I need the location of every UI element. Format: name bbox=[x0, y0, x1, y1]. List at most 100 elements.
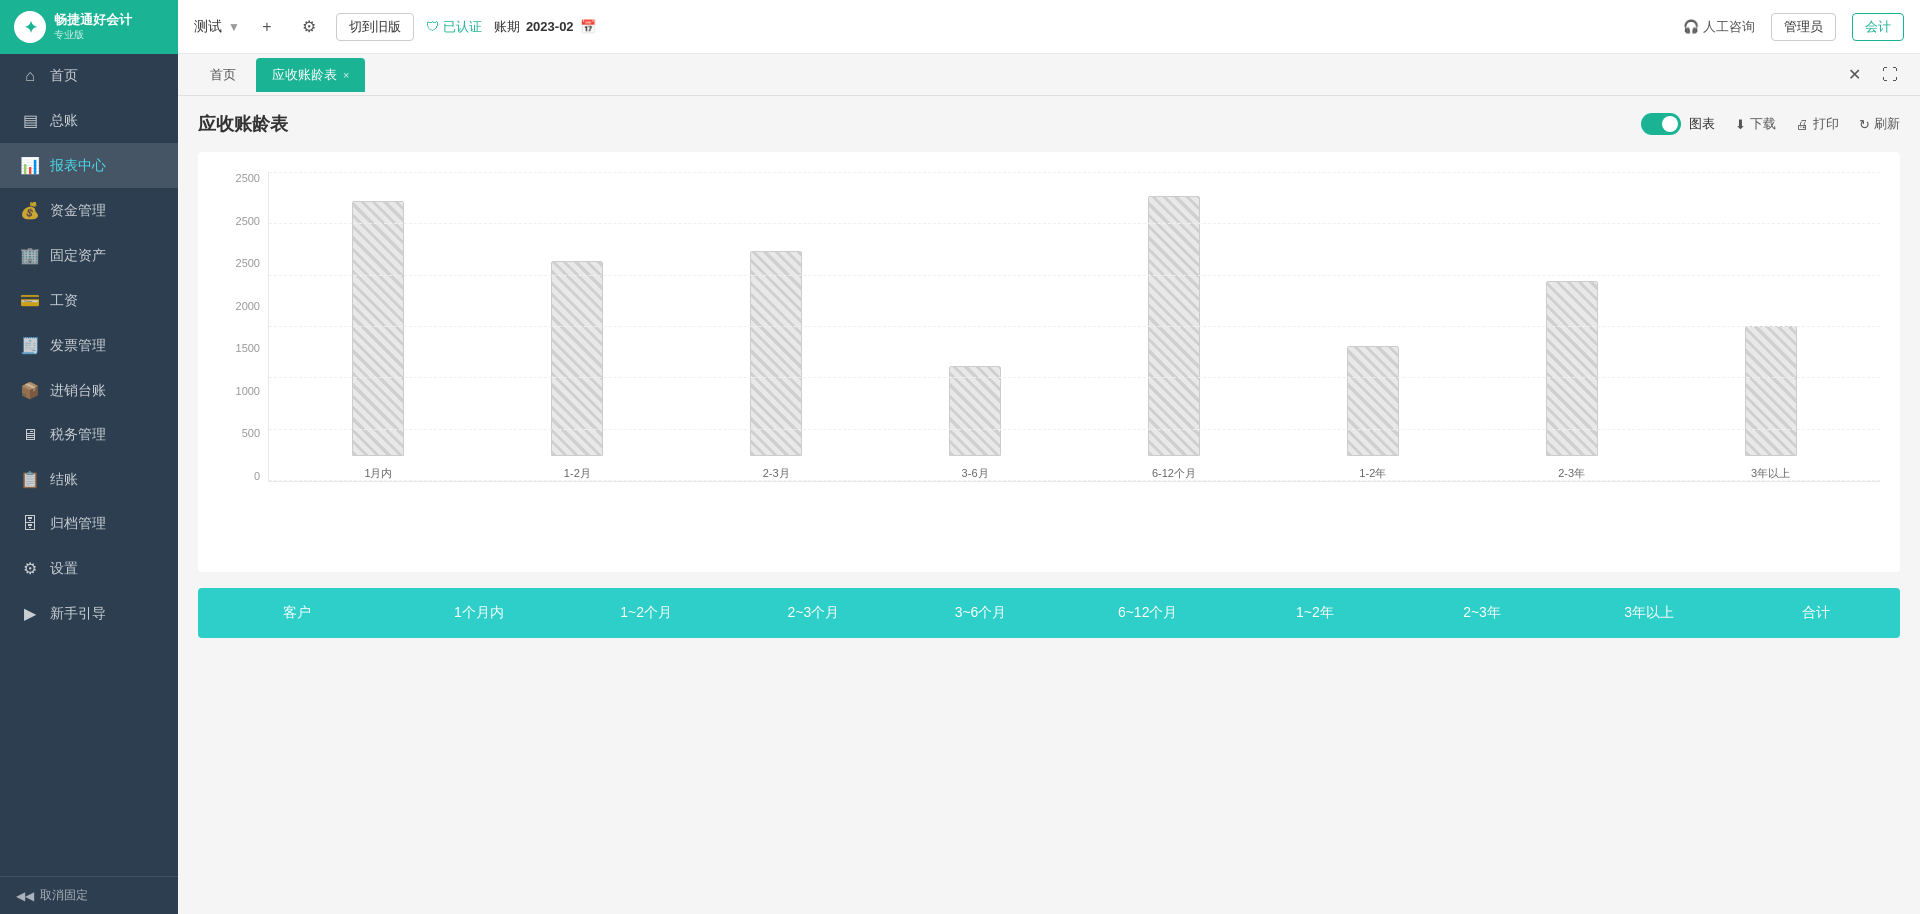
y-label-2000: 2500 bbox=[236, 215, 260, 227]
assets-icon: 🏢 bbox=[20, 246, 40, 265]
sidebar-item-salary[interactable]: 💳 工资 bbox=[0, 278, 178, 323]
download-button[interactable]: ⬇ 下载 bbox=[1735, 115, 1776, 133]
sidebar-item-assets[interactable]: 🏢 固定资产 bbox=[0, 233, 178, 278]
bar-label-1-2year: 1-2年 bbox=[1359, 466, 1386, 481]
table-container: 客户 1个月内 1~2个月 2~3个月 3~6个月 6~12 bbox=[198, 588, 1900, 638]
project-selector[interactable]: 测试 ▼ bbox=[194, 18, 240, 36]
bar-label-1-2month: 1-2月 bbox=[564, 466, 591, 481]
bar-label-1month: 1月内 bbox=[364, 466, 392, 481]
user-button[interactable]: 管理员 bbox=[1771, 13, 1836, 41]
sidebar-item-home[interactable]: ⌂ 首页 bbox=[0, 54, 178, 98]
content-area: 首页 应收账龄表 × ✕ ⛶ 应收账龄表 图表 bbox=[178, 54, 1920, 914]
settings-icon: ⚙ bbox=[20, 559, 40, 578]
table-header-2-3month: 2~3个月 bbox=[730, 588, 897, 638]
tabs-right-actions: ✕ ⛶ bbox=[1840, 61, 1904, 89]
topbar-settings-button[interactable]: ⚙ bbox=[294, 12, 324, 42]
add-company-button[interactable]: + bbox=[252, 12, 282, 42]
sidebar-nav: ⌂ 首页 ▤ 总账 📊 报表中心 💰 资金管理 🏢 固定资产 💳 工资 🧾 发票… bbox=[0, 54, 178, 876]
logo-icon: ✦ bbox=[14, 11, 46, 43]
dropdown-icon: ▼ bbox=[228, 20, 240, 34]
chart-inner: 1月内 1-2月 2-3月 bbox=[268, 172, 1880, 482]
reports-icon: 📊 bbox=[20, 156, 40, 175]
print-button[interactable]: 🖨 打印 bbox=[1796, 115, 1839, 133]
bar-column-6-12month: 6-12个月 bbox=[1148, 196, 1200, 481]
download-icon: ⬇ bbox=[1735, 117, 1746, 132]
bar-column-1-2month: 1-2月 bbox=[551, 261, 603, 481]
table-header-6-12month: 6~12个月 bbox=[1064, 588, 1231, 638]
settlement-icon: 📋 bbox=[20, 470, 40, 489]
switch-old-version-button[interactable]: 切到旧版 bbox=[336, 13, 414, 41]
bar-label-2-3year: 2-3年 bbox=[1558, 466, 1585, 481]
table-header-1-2month: 1~2个月 bbox=[563, 588, 730, 638]
maximize-button[interactable]: ⛶ bbox=[1876, 61, 1904, 89]
logo-text: 畅捷通好会计 专业版 bbox=[54, 12, 132, 43]
refresh-icon: ↻ bbox=[1859, 117, 1870, 132]
bar-column-3year-plus: 3年以上 bbox=[1745, 326, 1797, 481]
sidebar-item-guide[interactable]: ▶ 新手引导 bbox=[0, 591, 178, 636]
pin-icon: ◀◀ bbox=[16, 889, 34, 903]
bar-label-3-6month: 3-6月 bbox=[962, 466, 989, 481]
print-icon: 🖨 bbox=[1796, 117, 1809, 132]
sidebar-item-archive[interactable]: 🗄 归档管理 bbox=[0, 502, 178, 546]
page-title: 应收账龄表 bbox=[198, 112, 288, 136]
close-panel-button[interactable]: ✕ bbox=[1840, 61, 1868, 89]
y-axis: 2500 2500 2500 2000 1500 1000 500 0 bbox=[218, 172, 268, 482]
table-header-customer: 客户 bbox=[198, 588, 395, 638]
page-actions: 图表 ⬇ 下载 🖨 打印 ↻ 刷新 bbox=[1641, 113, 1900, 135]
sidebar-item-tax[interactable]: 🖥 税务管理 bbox=[0, 413, 178, 457]
y-label-100: 500 bbox=[242, 427, 260, 439]
tax-icon: 🖥 bbox=[20, 426, 40, 444]
tab-home[interactable]: 首页 bbox=[194, 58, 252, 92]
calendar-icon[interactable]: 📅 bbox=[580, 19, 596, 34]
certified-badge: 🛡 已认证 bbox=[426, 18, 482, 36]
sidebar-item-settlement[interactable]: 📋 结账 bbox=[0, 457, 178, 502]
y-label-1000: 2000 bbox=[236, 300, 260, 312]
bar-label-2-3month: 2-3月 bbox=[763, 466, 790, 481]
gear-icon: ⚙ bbox=[302, 17, 316, 36]
tabs-bar: 首页 应收账龄表 × ✕ ⛶ bbox=[178, 54, 1920, 96]
bar-label-3year-plus: 3年以上 bbox=[1751, 466, 1790, 481]
bar-label-6-12month: 6-12个月 bbox=[1152, 466, 1196, 481]
chart-toggle-label: 图表 bbox=[1689, 115, 1715, 133]
topbar-right: 🎧 人工咨询 管理员 会计 bbox=[1683, 13, 1904, 41]
funds-icon: 💰 bbox=[20, 201, 40, 220]
project-name: 测试 bbox=[194, 18, 222, 36]
bar-1-2month bbox=[551, 261, 603, 456]
sidebar-item-ledger[interactable]: ▤ 总账 bbox=[0, 98, 178, 143]
tab-close-button[interactable]: × bbox=[343, 69, 349, 81]
headset-icon: 🎧 bbox=[1683, 19, 1699, 34]
invoice-icon: 🧾 bbox=[20, 336, 40, 355]
bar-1-2year bbox=[1347, 346, 1399, 456]
topbar: 测试 ▼ + ⚙ 切到旧版 🛡 已认证 账期 2023-02 📅 🎧 人工咨询 bbox=[178, 0, 1920, 54]
refresh-button[interactable]: ↻ 刷新 bbox=[1859, 115, 1900, 133]
y-label-500: 1500 bbox=[236, 342, 260, 354]
chart-container: 2500 2500 2500 2000 1500 1000 500 0 bbox=[198, 152, 1900, 572]
page-header: 应收账龄表 图表 ⬇ 下载 🖨 打印 ↻ bbox=[198, 112, 1900, 136]
bar-column-1-2year: 1-2年 bbox=[1347, 346, 1399, 481]
table-header-1-2year: 1~2年 bbox=[1231, 588, 1398, 638]
table-header-total: 合计 bbox=[1733, 588, 1900, 638]
tab-receivable-aging[interactable]: 应收账龄表 × bbox=[256, 58, 365, 92]
service-button[interactable]: 🎧 人工咨询 bbox=[1683, 18, 1755, 36]
bar-column-3-6month: 3-6月 bbox=[949, 366, 1001, 481]
role-button[interactable]: 会计 bbox=[1852, 13, 1904, 41]
page-content: 应收账龄表 图表 ⬇ 下载 🖨 打印 ↻ bbox=[178, 96, 1920, 914]
sidebar-item-inventory[interactable]: 📦 进销台账 bbox=[0, 368, 178, 413]
sidebar-item-funds[interactable]: 💰 资金管理 bbox=[0, 188, 178, 233]
sidebar: ✦ 畅捷通好会计 专业版 ⌂ 首页 ▤ 总账 📊 报表中心 💰 资金管理 🏢 固… bbox=[0, 0, 178, 914]
sidebar-item-invoice[interactable]: 🧾 发票管理 bbox=[0, 323, 178, 368]
bar-1month bbox=[352, 201, 404, 456]
table-header-3-6month: 3~6个月 bbox=[897, 588, 1064, 638]
sidebar-logo: ✦ 畅捷通好会计 专业版 bbox=[0, 0, 178, 54]
bar-2-3month bbox=[750, 251, 802, 456]
sidebar-item-settings[interactable]: ⚙ 设置 bbox=[0, 546, 178, 591]
home-icon: ⌂ bbox=[20, 67, 40, 85]
inventory-icon: 📦 bbox=[20, 381, 40, 400]
bar-2-3year bbox=[1546, 281, 1598, 456]
cancel-fixed-button[interactable]: ◀◀ 取消固定 bbox=[0, 876, 178, 914]
add-icon: + bbox=[262, 18, 271, 36]
shield-icon: 🛡 bbox=[426, 19, 439, 34]
sidebar-item-reports[interactable]: 📊 报表中心 bbox=[0, 143, 178, 188]
chart-toggle[interactable] bbox=[1641, 113, 1681, 135]
y-label-0: 0 bbox=[254, 470, 260, 482]
